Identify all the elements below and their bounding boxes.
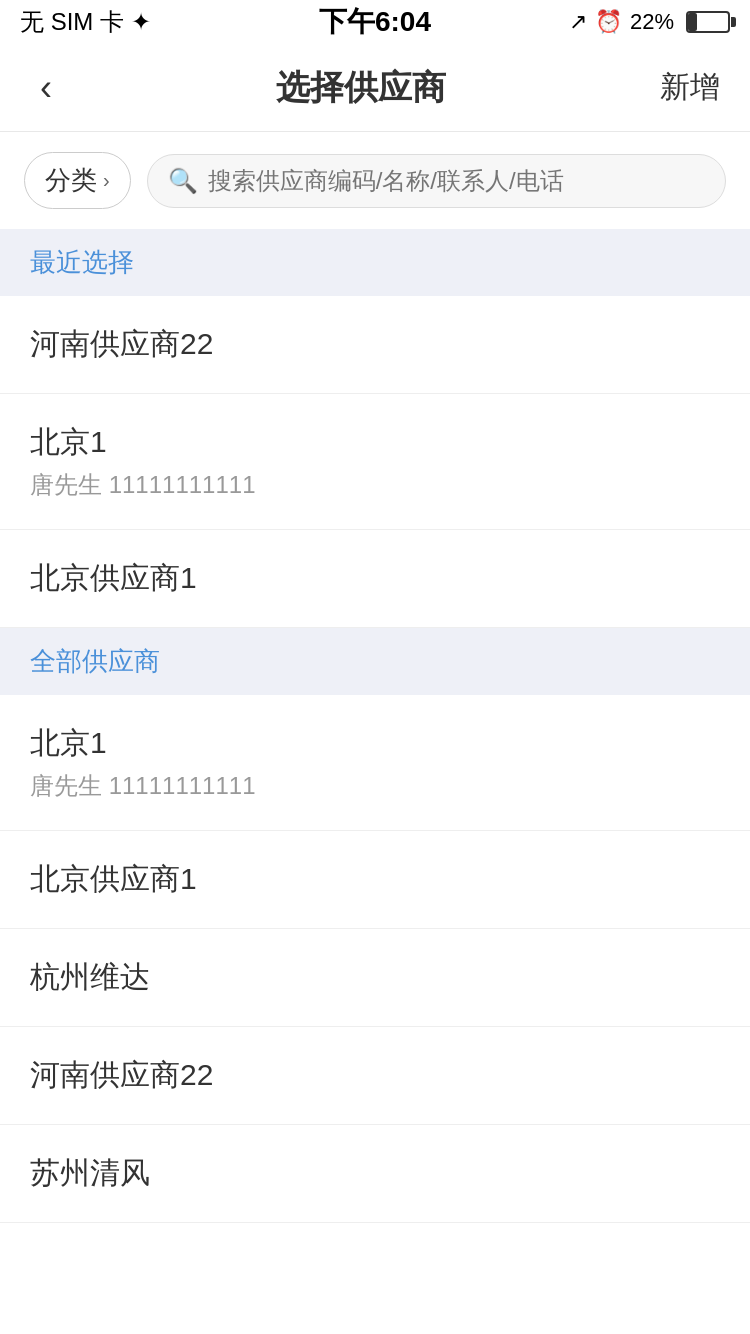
search-box[interactable]: 🔍: [147, 154, 726, 208]
search-input[interactable]: [208, 167, 705, 195]
battery-icon: [686, 11, 730, 33]
recent-section-header: 最近选择: [0, 229, 750, 296]
list-item[interactable]: 苏州清风: [0, 1125, 750, 1223]
item-detail: 唐先生 11111111111: [30, 770, 720, 802]
list-item[interactable]: 北京1 唐先生 11111111111: [0, 394, 750, 530]
list-item[interactable]: 北京供应商1: [0, 831, 750, 929]
item-name: 北京1: [30, 422, 720, 463]
nav-bar: ‹ 选择供应商 新增: [0, 44, 750, 132]
location-icon: ↗: [569, 9, 587, 35]
page-title: 选择供应商: [276, 65, 446, 111]
battery-percent: 22%: [630, 9, 674, 35]
category-button[interactable]: 分类 ›: [24, 152, 131, 209]
all-section-label: 全部供应商: [30, 646, 160, 676]
status-time: 下午6:04: [319, 3, 431, 41]
search-area: 分类 › 🔍: [0, 132, 750, 229]
item-name: 河南供应商22: [30, 324, 720, 365]
item-name: 河南供应商22: [30, 1055, 720, 1096]
category-arrow-icon: ›: [103, 169, 110, 192]
list-item[interactable]: 河南供应商22: [0, 296, 750, 394]
list-item[interactable]: 北京供应商1: [0, 530, 750, 628]
list-item[interactable]: 杭州维达: [0, 929, 750, 1027]
recent-items-list: 河南供应商22 北京1 唐先生 11111111111 北京供应商1: [0, 296, 750, 628]
recent-section-label: 最近选择: [30, 247, 134, 277]
item-name: 北京供应商1: [30, 859, 720, 900]
back-button[interactable]: ‹: [30, 57, 62, 119]
list-item[interactable]: 河南供应商22: [0, 1027, 750, 1125]
all-section-header: 全部供应商: [0, 628, 750, 695]
category-label: 分类: [45, 163, 97, 198]
sim-status: 无 SIM 卡 ✦: [20, 6, 151, 38]
all-items-list: 北京1 唐先生 11111111111 北京供应商1 杭州维达河南供应商22 苏州清风: [0, 695, 750, 1223]
search-icon: 🔍: [168, 167, 198, 195]
item-name: 北京供应商1: [30, 558, 720, 599]
add-button[interactable]: 新增: [660, 67, 720, 108]
item-name: 杭州维达: [30, 957, 720, 998]
alarm-icon: ⏰: [595, 9, 622, 35]
status-bar: 无 SIM 卡 ✦ 下午6:04 ↗ ⏰ 22%: [0, 0, 750, 44]
item-detail: 唐先生 11111111111: [30, 469, 720, 501]
item-name: 北京1: [30, 723, 720, 764]
list-item[interactable]: 北京1 唐先生 11111111111: [0, 695, 750, 831]
item-name: 苏州清风: [30, 1153, 720, 1194]
status-right: ↗ ⏰ 22%: [569, 9, 730, 35]
status-left: 无 SIM 卡 ✦: [20, 6, 151, 38]
